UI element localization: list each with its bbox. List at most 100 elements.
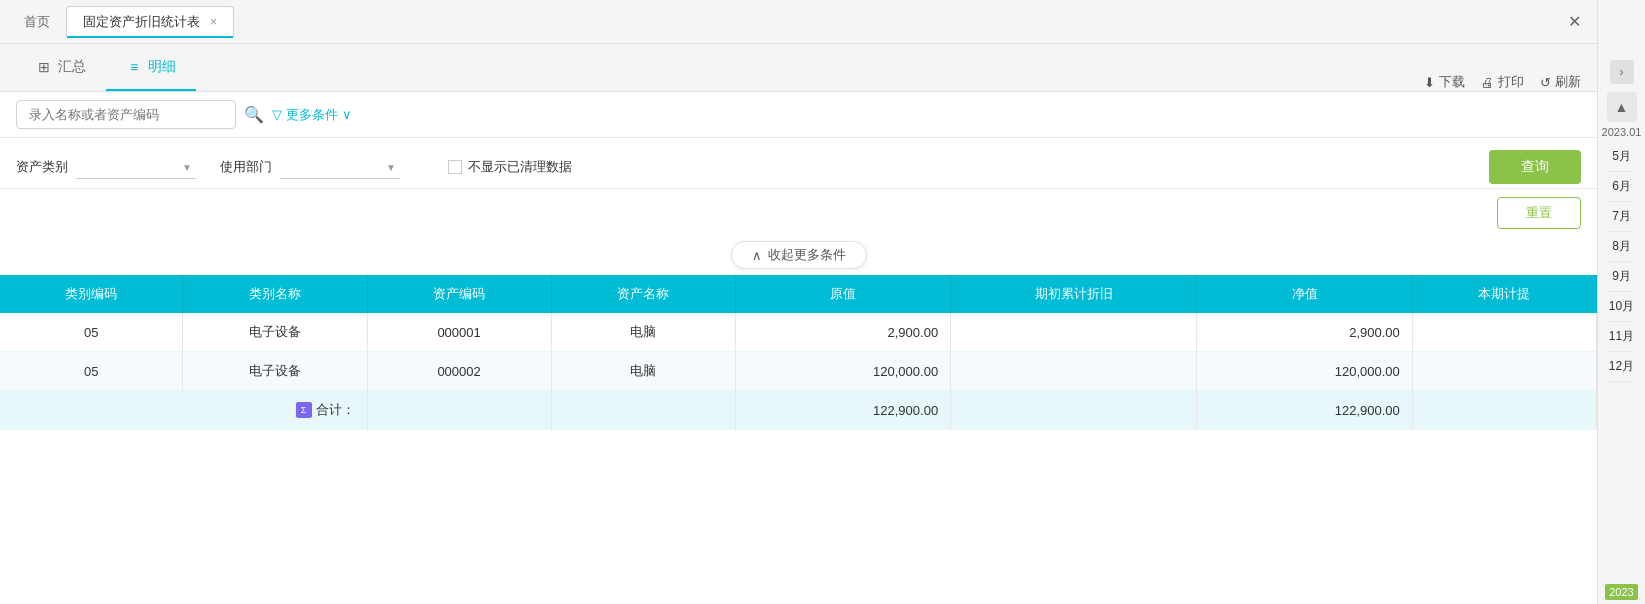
close-window-icon[interactable]: ✕ <box>1568 12 1581 31</box>
cell-asset-name: 电脑 <box>551 313 735 352</box>
collapse-row: ∧ 收起更多条件 <box>0 233 1597 275</box>
download-icon: ⬇ <box>1424 75 1435 90</box>
refresh-icon: ↺ <box>1540 75 1551 90</box>
asset-category-select[interactable] <box>76 155 196 179</box>
cell-category-code: 05 <box>0 313 183 352</box>
col-current-period: 本期计提 <box>1412 275 1596 313</box>
tab-title: 固定资产折旧统计表 <box>83 13 200 31</box>
summary-icon: ⊞ <box>36 59 52 75</box>
no-cleared-label: 不显示已清理数据 <box>468 158 572 176</box>
collapse-label: 收起更多条件 <box>768 246 846 264</box>
department-select[interactable] <box>280 155 400 179</box>
tab-close-icon[interactable]: × <box>210 15 217 29</box>
search-icon[interactable]: 🔍 <box>244 105 264 124</box>
query-button[interactable]: 查询 <box>1489 150 1581 184</box>
cell-asset-name: 电脑 <box>551 352 735 391</box>
sidebar-month-item[interactable]: 11月 <box>1609 322 1634 352</box>
tab-summary[interactable]: ⊞ 汇总 <box>16 44 106 91</box>
table-row: 05 电子设备 000001 电脑 2,900.00 2,900.00 <box>0 313 1597 352</box>
year-badge: 2023 <box>1605 584 1637 600</box>
department-select-wrapper: ▼ <box>280 155 400 179</box>
collapse-button[interactable]: ∧ 收起更多条件 <box>731 241 867 269</box>
cell-original-value: 120,000.00 <box>735 352 950 391</box>
more-conditions-label: 更多条件 <box>286 106 338 124</box>
refresh-button[interactable]: ↺ 刷新 <box>1540 73 1581 91</box>
date-display: 2023.01 <box>1602 126 1642 138</box>
sidebar-month-item[interactable]: 10月 <box>1609 292 1634 322</box>
total-current-period <box>1412 391 1596 430</box>
total-icon: Σ <box>296 402 312 418</box>
col-category-name: 类别名称 <box>183 275 367 313</box>
cell-current-period <box>1412 313 1596 352</box>
print-button[interactable]: 🖨 打印 <box>1481 73 1524 91</box>
cell-original-value: 2,900.00 <box>735 313 950 352</box>
chevron-down-icon: ∨ <box>342 107 352 122</box>
sidebar-month-item[interactable]: 12月 <box>1609 352 1634 382</box>
asset-category-select-wrapper: ▼ <box>76 155 196 179</box>
cell-asset-code: 000001 <box>367 313 551 352</box>
total-label-cell: Σ 合计： <box>0 391 367 430</box>
sidebar-month-item[interactable]: 6月 <box>1609 172 1634 202</box>
tab-bar: ⊞ 汇总 ≡ 明细 ⬇ 下载 🖨 打印 ↺ 刷新 <box>0 44 1597 92</box>
cell-accumulated-depreciation <box>951 313 1197 352</box>
col-net-value: 净值 <box>1197 275 1412 313</box>
table-row: 05 电子设备 000002 电脑 120,000.00 120,000.00 <box>0 352 1597 391</box>
total-row: Σ 合计： 122,900.00 122,900.00 <box>0 391 1597 430</box>
col-original-value: 原值 <box>735 275 950 313</box>
asset-category-group: 资产类别 ▼ <box>16 155 196 179</box>
data-table: 类别编码 类别名称 资产编码 资产名称 原值 期初累计折旧 净值 本期计提 05… <box>0 275 1597 430</box>
sidebar-month-item[interactable]: 9月 <box>1609 262 1634 292</box>
cell-category-name: 电子设备 <box>183 313 367 352</box>
right-sidebar: › ▲ 2023.01 5月6月7月8月9月10月11月12月 2023 <box>1597 0 1645 604</box>
tab-detail-label: 明细 <box>148 58 176 76</box>
total-net-value: 122,900.00 <box>1197 391 1412 430</box>
total-asset-code <box>367 391 551 430</box>
search-input[interactable] <box>16 100 236 129</box>
no-cleared-group: 不显示已清理数据 <box>448 158 572 176</box>
reset-button[interactable]: 重置 <box>1497 197 1581 229</box>
print-label: 打印 <box>1498 73 1524 91</box>
col-accumulated-depreciation: 期初累计折旧 <box>951 275 1197 313</box>
download-button[interactable]: ⬇ 下载 <box>1424 73 1465 91</box>
more-conditions-button[interactable]: ▽ 更多条件 ∨ <box>272 106 352 124</box>
cell-category-name: 电子设备 <box>183 352 367 391</box>
table-container: 类别编码 类别名称 资产编码 资产名称 原值 期初累计折旧 净值 本期计提 05… <box>0 275 1597 604</box>
cell-current-period <box>1412 352 1596 391</box>
download-label: 下载 <box>1439 73 1465 91</box>
search-bar: 🔍 ▽ 更多条件 ∨ <box>0 92 1597 138</box>
print-icon: 🖨 <box>1481 75 1494 90</box>
department-group: 使用部门 ▼ <box>220 155 400 179</box>
col-category-code: 类别编码 <box>0 275 183 313</box>
refresh-label: 刷新 <box>1555 73 1581 91</box>
total-original-value: 122,900.00 <box>735 391 950 430</box>
tab-detail[interactable]: ≡ 明细 <box>106 44 196 91</box>
asset-category-label: 资产类别 <box>16 158 68 176</box>
reset-row: 重置 <box>0 189 1597 233</box>
home-nav[interactable]: 首页 <box>16 9 58 35</box>
cell-accumulated-depreciation <box>951 352 1197 391</box>
detail-icon: ≡ <box>126 59 142 75</box>
toolbar-right: ⬇ 下载 🖨 打印 ↺ 刷新 <box>1424 73 1581 91</box>
tab-summary-label: 汇总 <box>58 58 86 76</box>
sidebar-month-item[interactable]: 7月 <box>1609 202 1634 232</box>
scroll-up-icon[interactable]: ▲ <box>1607 92 1637 122</box>
sidebar-month-item[interactable]: 5月 <box>1609 142 1634 172</box>
department-label: 使用部门 <box>220 158 272 176</box>
cell-asset-code: 000002 <box>367 352 551 391</box>
filter-icon: ▽ <box>272 107 282 122</box>
total-accumulated-depreciation <box>951 391 1197 430</box>
cell-net-value: 120,000.00 <box>1197 352 1412 391</box>
chevron-up-icon: ∧ <box>752 248 762 263</box>
col-asset-code: 资产编码 <box>367 275 551 313</box>
col-asset-name: 资产名称 <box>551 275 735 313</box>
no-cleared-checkbox[interactable] <box>448 160 462 174</box>
sidebar-month-item[interactable]: 8月 <box>1609 232 1634 262</box>
total-asset-name <box>551 391 735 430</box>
sidebar-expand-icon[interactable]: › <box>1610 60 1634 84</box>
top-nav: 首页 固定资产折旧统计表 × ✕ <box>0 0 1597 44</box>
active-tab[interactable]: 固定资产折旧统计表 × <box>66 6 234 37</box>
filter-panel: 资产类别 ▼ 使用部门 ▼ 不显示已清理数据 查询 <box>0 138 1597 189</box>
cell-category-code: 05 <box>0 352 183 391</box>
table-header-row: 类别编码 类别名称 资产编码 资产名称 原值 期初累计折旧 净值 本期计提 <box>0 275 1597 313</box>
cell-net-value: 2,900.00 <box>1197 313 1412 352</box>
